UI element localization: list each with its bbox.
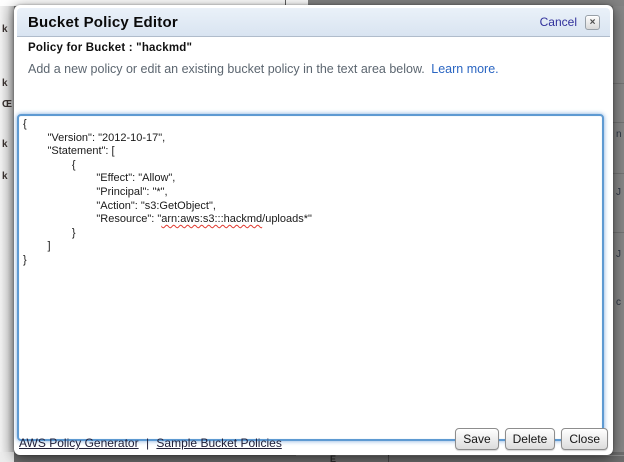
description-line: Add a new policy or edit an existing buc…: [28, 62, 499, 76]
description-text: Add a new policy or edit an existing buc…: [28, 62, 425, 76]
bg-text-fragment: c: [616, 298, 621, 308]
close-icon[interactable]: ×: [585, 15, 600, 30]
dialog-header: Bucket Policy Editor Cancel ×: [17, 8, 610, 37]
bg-text-fragment: k: [2, 140, 8, 150]
cancel-link[interactable]: Cancel: [540, 15, 577, 29]
policy-text[interactable]: { "Version": "2012-10-17", "Statement": …: [19, 116, 602, 268]
bg-row-line: [613, 83, 624, 84]
policy-textarea[interactable]: { "Version": "2012-10-17", "Statement": …: [17, 114, 604, 441]
link-separator: |: [146, 436, 149, 450]
bucket-policy-editor-dialog: Bucket Policy Editor Cancel × Policy for…: [14, 5, 613, 455]
policy-for-bucket-label: Policy for Bucket : "hackmd": [28, 42, 192, 54]
aws-policy-generator-link[interactable]: AWS Policy Generator: [19, 436, 139, 450]
bg-row-line: [296, 455, 624, 456]
screen: k k Œ k k n J J c E Bucket Policy Editor…: [0, 0, 624, 462]
close-button[interactable]: Close: [561, 428, 608, 450]
delete-button[interactable]: Delete: [505, 428, 556, 450]
save-button[interactable]: Save: [455, 428, 498, 450]
bg-text-fragment: J: [616, 250, 621, 260]
learn-more-link[interactable]: Learn more.: [431, 62, 498, 76]
bg-row-line: [613, 122, 624, 123]
bg-row-line: [613, 232, 624, 233]
bg-text-fragment: k: [2, 79, 8, 89]
dialog-title: Bucket Policy Editor: [28, 14, 178, 31]
spellcheck-underline: arn:aws:s3:::hackmd: [161, 213, 262, 225]
bg-text-fragment: E: [330, 454, 336, 462]
bg-text-fragment: J: [616, 188, 621, 198]
footer-links: AWS Policy Generator | Sample Bucket Pol…: [19, 436, 282, 450]
background-right-strip: n J J c: [613, 6, 624, 452]
bg-column-line: [388, 455, 389, 462]
background-left-strip: k k Œ k k: [0, 6, 14, 452]
bg-text-fragment: n: [616, 130, 622, 140]
background-page-corner: [0, 452, 14, 462]
sample-bucket-policies-link[interactable]: Sample Bucket Policies: [156, 436, 281, 450]
footer-buttons: Save Delete Close: [455, 428, 608, 450]
bg-text-fragment: Œ: [2, 100, 12, 110]
bg-text-fragment: k: [2, 25, 8, 35]
bg-text-fragment: k: [2, 172, 8, 182]
bg-row-line: [613, 173, 624, 174]
